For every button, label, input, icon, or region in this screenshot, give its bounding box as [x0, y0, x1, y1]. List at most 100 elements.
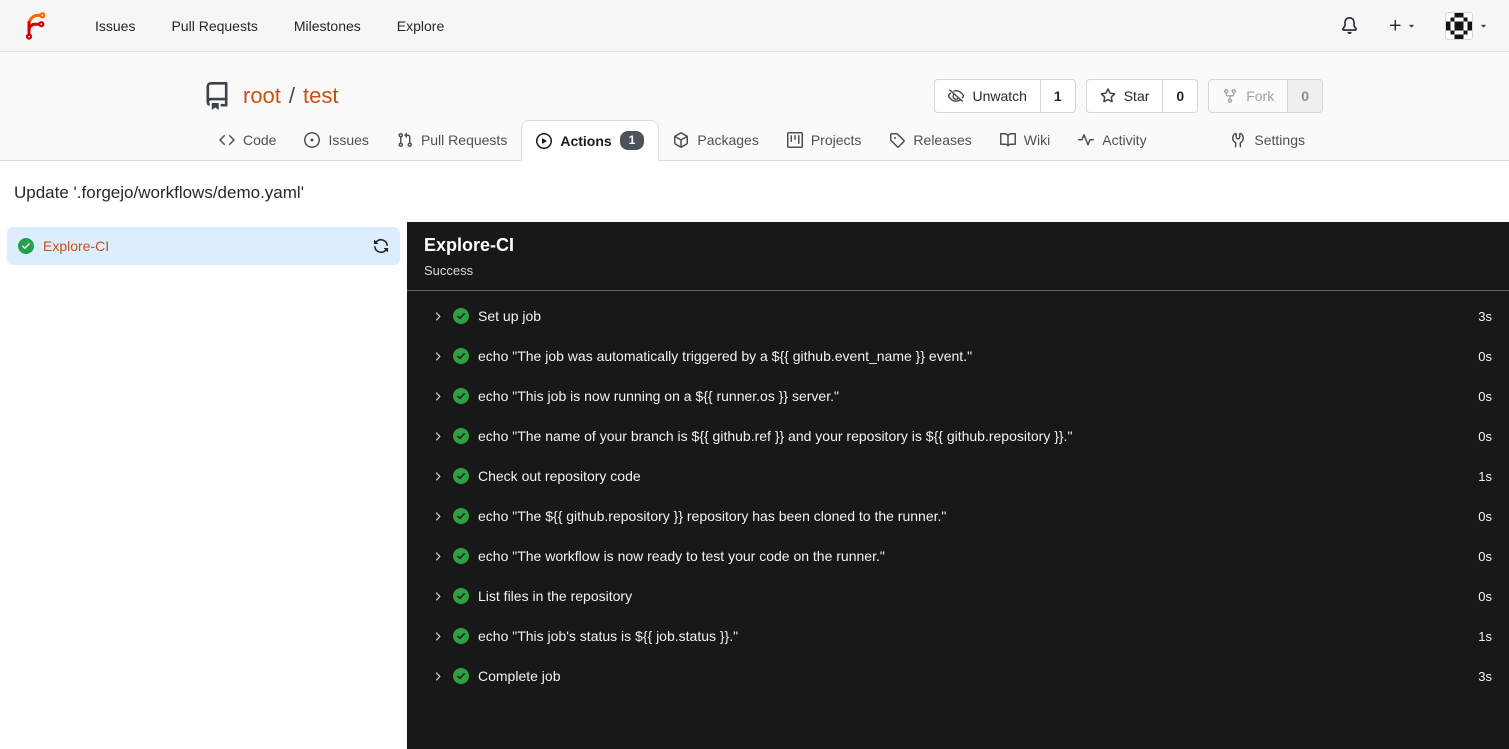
step-duration: 0s	[1478, 508, 1492, 524]
star-button[interactable]: Star 0	[1085, 79, 1199, 113]
tab-label: Actions	[560, 132, 612, 149]
tab-settings[interactable]: Settings	[1216, 120, 1319, 160]
job-title: Explore-CI	[424, 235, 515, 255]
step-name: Check out repository code	[478, 468, 641, 484]
check-circle-icon	[453, 548, 469, 564]
step-duration: 0s	[1478, 428, 1492, 444]
watch-count[interactable]: 1	[1039, 80, 1075, 112]
step-name: echo "The name of your branch is ${{ git…	[478, 428, 1073, 444]
top-navbar: Issues Pull Requests Milestones Explore	[0, 0, 1509, 52]
step-duration: 1s	[1478, 628, 1492, 644]
tab-issues[interactable]: Issues	[290, 120, 382, 160]
star-count[interactable]: 0	[1162, 80, 1197, 112]
nav-item-issues[interactable]: Issues	[77, 0, 153, 52]
tab-label: Projects	[810, 132, 862, 148]
tab-activity[interactable]: Activity	[1064, 120, 1160, 160]
chevron-right-icon	[435, 591, 441, 601]
pull-request-icon	[398, 132, 412, 148]
plus-icon	[1389, 19, 1401, 31]
repo-header: root / test Unwatch 1 Star 0 Fork 0 Code…	[0, 52, 1509, 161]
book-icon	[999, 132, 1016, 147]
fork-label: Fork	[1246, 88, 1275, 104]
step-name: echo "The ${{ github.repository }} repos…	[478, 508, 947, 524]
chevron-right-icon	[435, 351, 441, 361]
package-icon	[674, 132, 689, 148]
step-name: echo "The job was automatically triggere…	[478, 348, 973, 364]
tab-label: Pull Requests	[420, 132, 508, 148]
tab-wiki[interactable]: Wiki	[986, 120, 1064, 160]
step-duration: 0s	[1478, 388, 1492, 404]
job-status: Success	[424, 263, 474, 278]
user-menu-button[interactable]	[1445, 11, 1489, 40]
job-panel-header: Explore-CI Success	[407, 222, 1509, 291]
repo-owner-link[interactable]: root	[243, 83, 281, 109]
code-icon	[219, 134, 235, 146]
tab-code[interactable]: Code	[205, 120, 290, 160]
job-item-label: Explore-CI	[43, 238, 110, 254]
nav-item-milestones[interactable]: Milestones	[276, 0, 379, 52]
nav-item-pull-requests[interactable]: Pull Requests	[153, 0, 275, 52]
step-row[interactable]: echo "The ${{ github.repository }} repos…	[407, 496, 1509, 536]
tab-pull-requests[interactable]: Pull Requests	[383, 120, 521, 160]
fork-count[interactable]: 0	[1287, 80, 1322, 112]
eye-slash-icon	[948, 89, 965, 102]
check-circle-icon	[453, 628, 469, 644]
tab-label: Packages	[697, 132, 759, 148]
repo-icon	[206, 82, 228, 110]
step-name: Complete job	[478, 668, 561, 684]
page-title: Update '.forgejo/workflows/demo.yaml'	[14, 183, 304, 202]
job-item-explore-ci[interactable]: Explore-CI	[7, 227, 400, 265]
tab-packages[interactable]: Packages	[659, 120, 772, 160]
step-row[interactable]: List files in the repository 0s	[407, 576, 1509, 616]
repo-actions: Unwatch 1 Star 0 Fork 0	[934, 79, 1323, 113]
step-row[interactable]: echo "The workflow is now ready to test …	[407, 536, 1509, 576]
step-duration: 1s	[1478, 468, 1492, 484]
tab-label: Wiki	[1023, 132, 1051, 148]
step-duration: 0s	[1478, 548, 1492, 564]
repo-name-link[interactable]: test	[303, 83, 338, 109]
job-run-panel: Explore-CI Success Set up job 3s echo "T…	[407, 222, 1509, 749]
tab-releases[interactable]: Releases	[875, 120, 985, 160]
step-duration: 0s	[1478, 588, 1492, 604]
step-row[interactable]: echo "The job was automatically triggere…	[407, 336, 1509, 376]
step-row[interactable]: Complete job 3s	[407, 656, 1509, 696]
check-circle-icon	[453, 588, 469, 604]
play-circle-icon	[536, 132, 553, 149]
notifications-button[interactable]	[1341, 17, 1358, 34]
nav-item-explore[interactable]: Explore	[379, 0, 462, 52]
chevron-right-icon	[435, 471, 441, 481]
create-new-button[interactable]	[1388, 18, 1417, 33]
tools-icon	[1232, 132, 1245, 148]
forgejo-logo[interactable]	[20, 10, 51, 41]
step-duration: 3s	[1478, 308, 1492, 324]
step-name: echo "This job's status is ${{ job.statu…	[478, 628, 739, 644]
step-duration: 3s	[1478, 668, 1492, 684]
step-row[interactable]: echo "This job's status is ${{ job.statu…	[407, 616, 1509, 656]
fork-button[interactable]: Fork 0	[1208, 79, 1323, 113]
user-avatar	[1445, 11, 1473, 40]
check-circle-icon	[453, 428, 469, 444]
bell-icon	[1342, 17, 1357, 34]
fork-icon	[1224, 89, 1237, 104]
tab-label: Releases	[913, 132, 972, 148]
refresh-icon[interactable]	[373, 238, 389, 254]
unwatch-button[interactable]: Unwatch 1	[934, 79, 1076, 113]
chevron-right-icon	[435, 631, 441, 641]
unwatch-label: Unwatch	[972, 88, 1027, 104]
tab-projects[interactable]: Projects	[773, 120, 876, 160]
step-row[interactable]: echo "This job is now running on a ${{ r…	[407, 376, 1509, 416]
repo-separator: /	[288, 83, 296, 108]
check-circle-icon	[453, 508, 469, 524]
step-row[interactable]: echo "The name of your branch is ${{ git…	[407, 416, 1509, 456]
tag-icon	[890, 133, 906, 148]
main-content: Update '.forgejo/workflows/demo.yaml' Ex…	[0, 161, 1509, 749]
tab-actions[interactable]: Actions 1	[521, 120, 660, 161]
tab-label: Settings	[1254, 132, 1305, 148]
check-circle-icon	[453, 468, 469, 484]
step-row[interactable]: Check out repository code 1s	[407, 456, 1509, 496]
step-row[interactable]: Set up job 3s	[407, 296, 1509, 336]
repo-breadcrumb: root / test	[243, 83, 339, 109]
chevron-right-icon	[435, 391, 441, 401]
chevron-right-icon	[435, 511, 441, 521]
check-circle-icon	[453, 388, 469, 404]
